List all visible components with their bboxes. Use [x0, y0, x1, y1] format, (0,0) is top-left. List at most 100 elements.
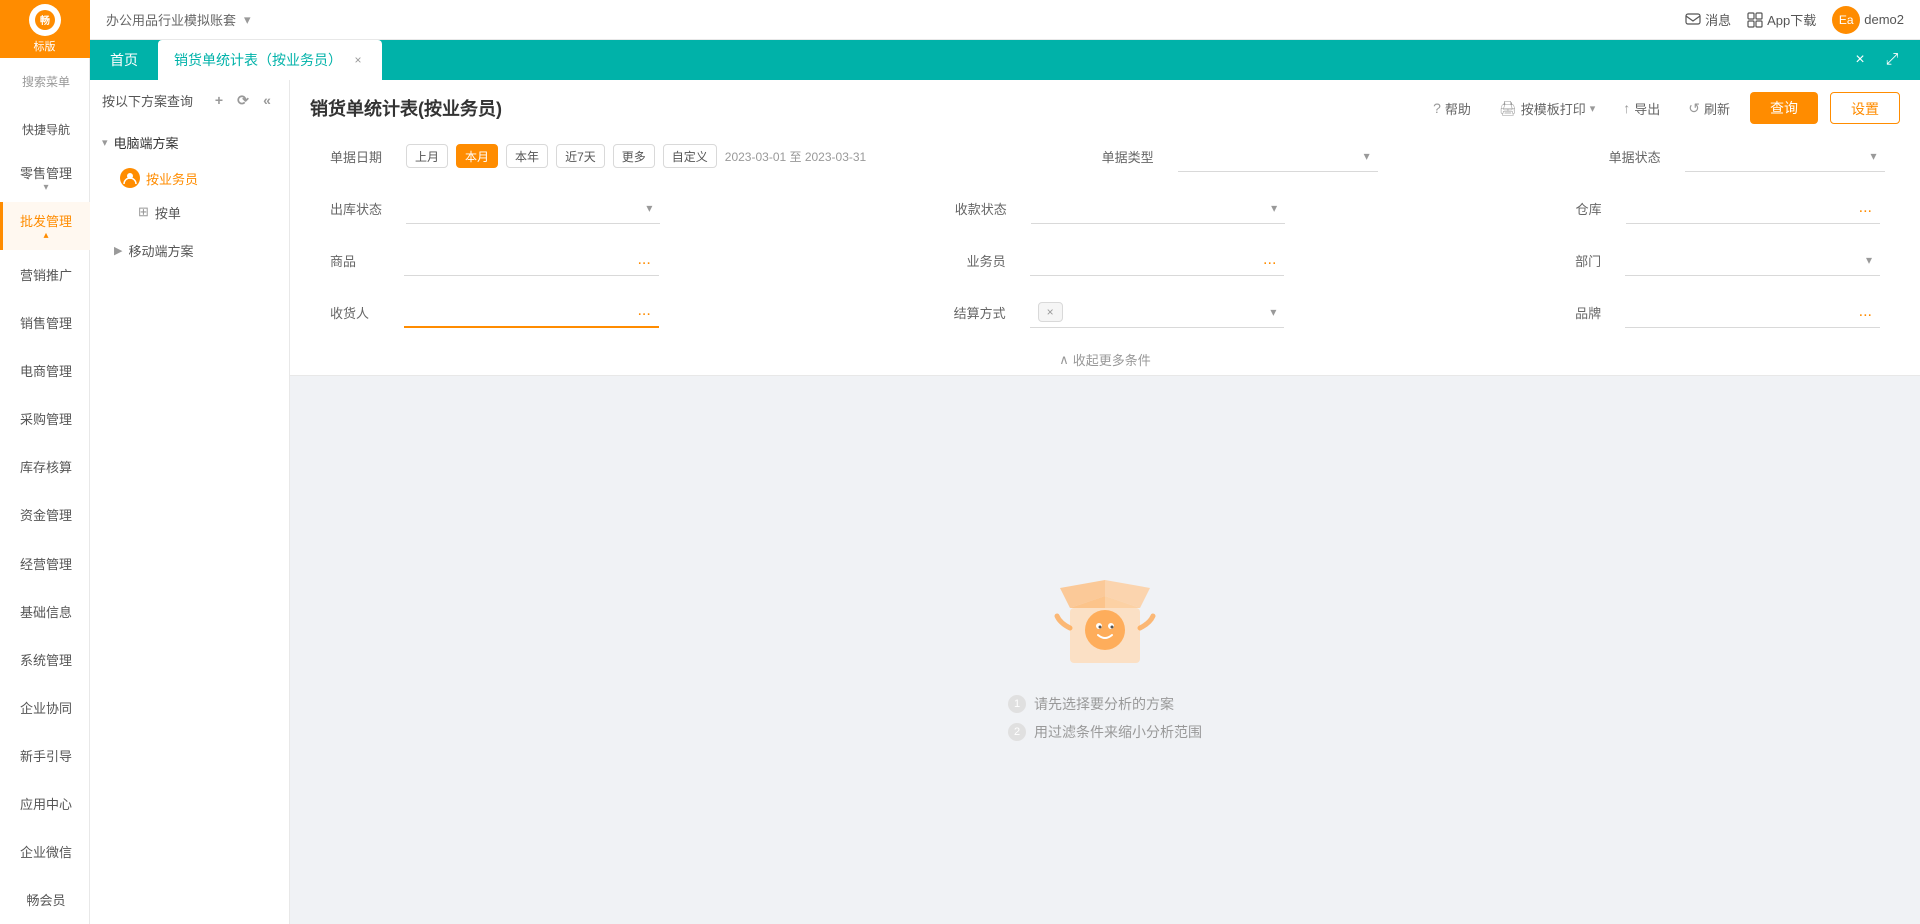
warehouse-input[interactable]: ...: [1626, 192, 1880, 224]
settle-clear-tag: ×: [1038, 302, 1063, 322]
date-picker-group: 上月 本月 本年 近7天 更多 自定义 2023-03-01 至 2023-03…: [406, 144, 866, 168]
settle-select[interactable]: × ▾: [1030, 296, 1285, 328]
date-btn-this-year[interactable]: 本年: [506, 144, 548, 168]
doc-status-label: 单据状态: [1601, 147, 1661, 166]
sidebar-item-finance[interactable]: 资金管理: [0, 491, 90, 539]
sidebar-item-quick[interactable]: 快捷导航: [0, 106, 90, 154]
dept-select[interactable]: ▾: [1625, 244, 1880, 276]
sidebar-item-manage[interactable]: 经营管理: [0, 539, 90, 587]
pay-status-select[interactable]: ▾: [1031, 192, 1285, 224]
print-btn[interactable]: 🖨 按模板打印 ▾: [1491, 95, 1603, 122]
message-icon: [1685, 12, 1701, 28]
page-title: 销货单统计表(按业务员): [310, 95, 502, 121]
settings-btn[interactable]: 设置: [1830, 92, 1900, 124]
maximize-btn[interactable]: ⤢: [1880, 48, 1904, 72]
mobile-chevron-icon: ▶: [114, 244, 122, 257]
doc-type-chevron: ▾: [1364, 149, 1370, 163]
empty-tip-1: 1 请先选择要分析的方案: [1008, 694, 1202, 714]
date-btn-custom[interactable]: 自定义: [663, 144, 717, 168]
collapse-panel-btn[interactable]: «: [257, 90, 277, 110]
topbar-dropdown-icon[interactable]: ▾: [244, 12, 251, 28]
user-menu[interactable]: Ea demo2: [1832, 6, 1904, 34]
tab-close-btn[interactable]: ×: [350, 52, 366, 68]
brand-section: ...: [1625, 296, 1880, 328]
order-icon: ⊞: [138, 204, 149, 220]
export-icon: ↑: [1623, 100, 1630, 116]
warehouse-section: ...: [1626, 192, 1880, 224]
collapse-filters-btn[interactable]: ∧ 收起更多条件: [310, 344, 1900, 375]
add-scheme-btn[interactable]: +: [209, 90, 229, 110]
page-header: 销货单统计表(按业务员) ? 帮助 🖨 按模板打印 ▾ ↑: [290, 80, 1920, 376]
sidebar-item-ecommerce[interactable]: 电商管理: [0, 347, 90, 395]
export-btn[interactable]: ↑ 导出: [1615, 95, 1668, 122]
content-area: 按以下方案查询 + ⟳ « ▾ 电脑端方案: [90, 80, 1920, 924]
doc-status-select[interactable]: ▾: [1685, 140, 1885, 172]
salesman-icon: [120, 168, 140, 188]
tip-num-1: 1: [1008, 695, 1026, 713]
doc-type-select[interactable]: ▾: [1178, 140, 1378, 172]
out-status-section: ▾: [406, 192, 660, 224]
brand-label: 品牌: [1571, 303, 1601, 322]
scheme-item-salesman[interactable]: 按业务员: [90, 160, 289, 196]
sidebar: 畅 标版 搜索菜单 快捷导航 零售管理 ▾ 批发管理 ▴ 营销推广 销售管理 电…: [0, 0, 90, 924]
app-download-btn[interactable]: App下载: [1747, 10, 1816, 29]
date-btn-last-month[interactable]: 上月: [406, 144, 448, 168]
empty-tip-2: 2 用过滤条件来缩小分析范围: [1008, 722, 1202, 742]
refresh-scheme-btn[interactable]: ⟳: [233, 90, 253, 110]
sidebar-item-sales[interactable]: 销售管理: [0, 298, 90, 346]
query-btn[interactable]: 查询: [1750, 92, 1818, 124]
sidebar-item-stock[interactable]: 库存核算: [0, 443, 90, 491]
page-title-row: 销货单统计表(按业务员) ? 帮助 🖨 按模板打印 ▾ ↑: [310, 92, 1900, 124]
goods-dots[interactable]: ...: [637, 251, 650, 269]
sidebar-item-purchase[interactable]: 采购管理: [0, 395, 90, 443]
collapse-icon: ∧: [1059, 352, 1069, 368]
avatar: Ea: [1832, 6, 1860, 34]
mobile-scheme-header[interactable]: ▶ 移动端方案: [90, 232, 289, 268]
sidebar-item-system[interactable]: 系统管理: [0, 635, 90, 683]
date-btn-7days[interactable]: 近7天: [556, 144, 605, 168]
refresh-btn[interactable]: ↺ 刷新: [1680, 95, 1738, 122]
page-actions: ? 帮助 🖨 按模板打印 ▾ ↑ 导出 ↺: [1425, 92, 1900, 124]
desktop-scheme-header[interactable]: ▾ 电脑端方案: [90, 124, 289, 160]
sidebar-item-newbie[interactable]: 新手引导: [0, 732, 90, 780]
message-btn[interactable]: 消息: [1685, 10, 1731, 29]
salesman-input[interactable]: ...: [1030, 244, 1285, 276]
sidebar-item-corp[interactable]: 企业协同: [0, 683, 90, 731]
scheme-item-by-order[interactable]: ⊞ 按单: [90, 196, 289, 228]
tab-active[interactable]: 销货单统计表（按业务员） ×: [158, 40, 382, 80]
out-status-select[interactable]: ▾: [406, 192, 660, 224]
sidebar-item-wholesale[interactable]: 批发管理 ▴: [0, 202, 90, 250]
date-btn-this-month[interactable]: 本月: [456, 144, 498, 168]
close-window-btn[interactable]: ×: [1848, 48, 1872, 72]
brand-dots[interactable]: ...: [1859, 303, 1872, 321]
settle-clear-btn[interactable]: ×: [1047, 305, 1054, 319]
doc-status-section: ▾: [1685, 140, 1880, 172]
filter-row-1: 单据日期 上月 本月 本年 近7天 更多 自定义 2023-03-01 至 20…: [310, 136, 1900, 176]
tab-home[interactable]: 首页: [90, 40, 158, 80]
topbar-right: 消息 App下载 Ea demo2: [1685, 6, 1904, 34]
receiver-input[interactable]: ...: [404, 296, 659, 328]
dept-label: 部门: [1571, 251, 1601, 270]
wholesale-arrow: ▴: [43, 230, 48, 241]
sidebar-item-search[interactable]: 搜索菜单: [0, 58, 90, 106]
main-content: 1 请先选择要分析的方案 2 用过滤条件来缩小分析范围: [290, 376, 1920, 924]
warehouse-dots[interactable]: ...: [1859, 199, 1872, 217]
goods-input[interactable]: ...: [404, 244, 659, 276]
receiver-dots[interactable]: ...: [637, 302, 650, 320]
date-btn-more[interactable]: 更多: [613, 144, 655, 168]
salesman-dots[interactable]: ...: [1263, 251, 1276, 269]
topbar: 办公用品行业模拟账套 ▾ 消息 App下载 E: [90, 0, 1920, 40]
sidebar-item-appstore[interactable]: 应用中心: [0, 780, 90, 828]
sidebar-item-marketing[interactable]: 营销推广: [0, 250, 90, 298]
sidebar-item-retail[interactable]: 零售管理 ▾: [0, 154, 90, 202]
brand-input[interactable]: ...: [1625, 296, 1880, 328]
salesman-label: 业务员: [946, 251, 1006, 270]
goods-label: 商品: [330, 251, 380, 270]
settle-label: 结算方式: [946, 303, 1006, 322]
sidebar-item-basic[interactable]: 基础信息: [0, 587, 90, 635]
topbar-title: 办公用品行业模拟账套: [106, 10, 236, 29]
sidebar-item-wechat[interactable]: 企业微信: [0, 828, 90, 876]
sidebar-item-member[interactable]: 畅会员: [0, 876, 90, 924]
help-btn[interactable]: ? 帮助: [1425, 95, 1479, 122]
sidebar-logo[interactable]: 畅 标版: [0, 0, 90, 58]
